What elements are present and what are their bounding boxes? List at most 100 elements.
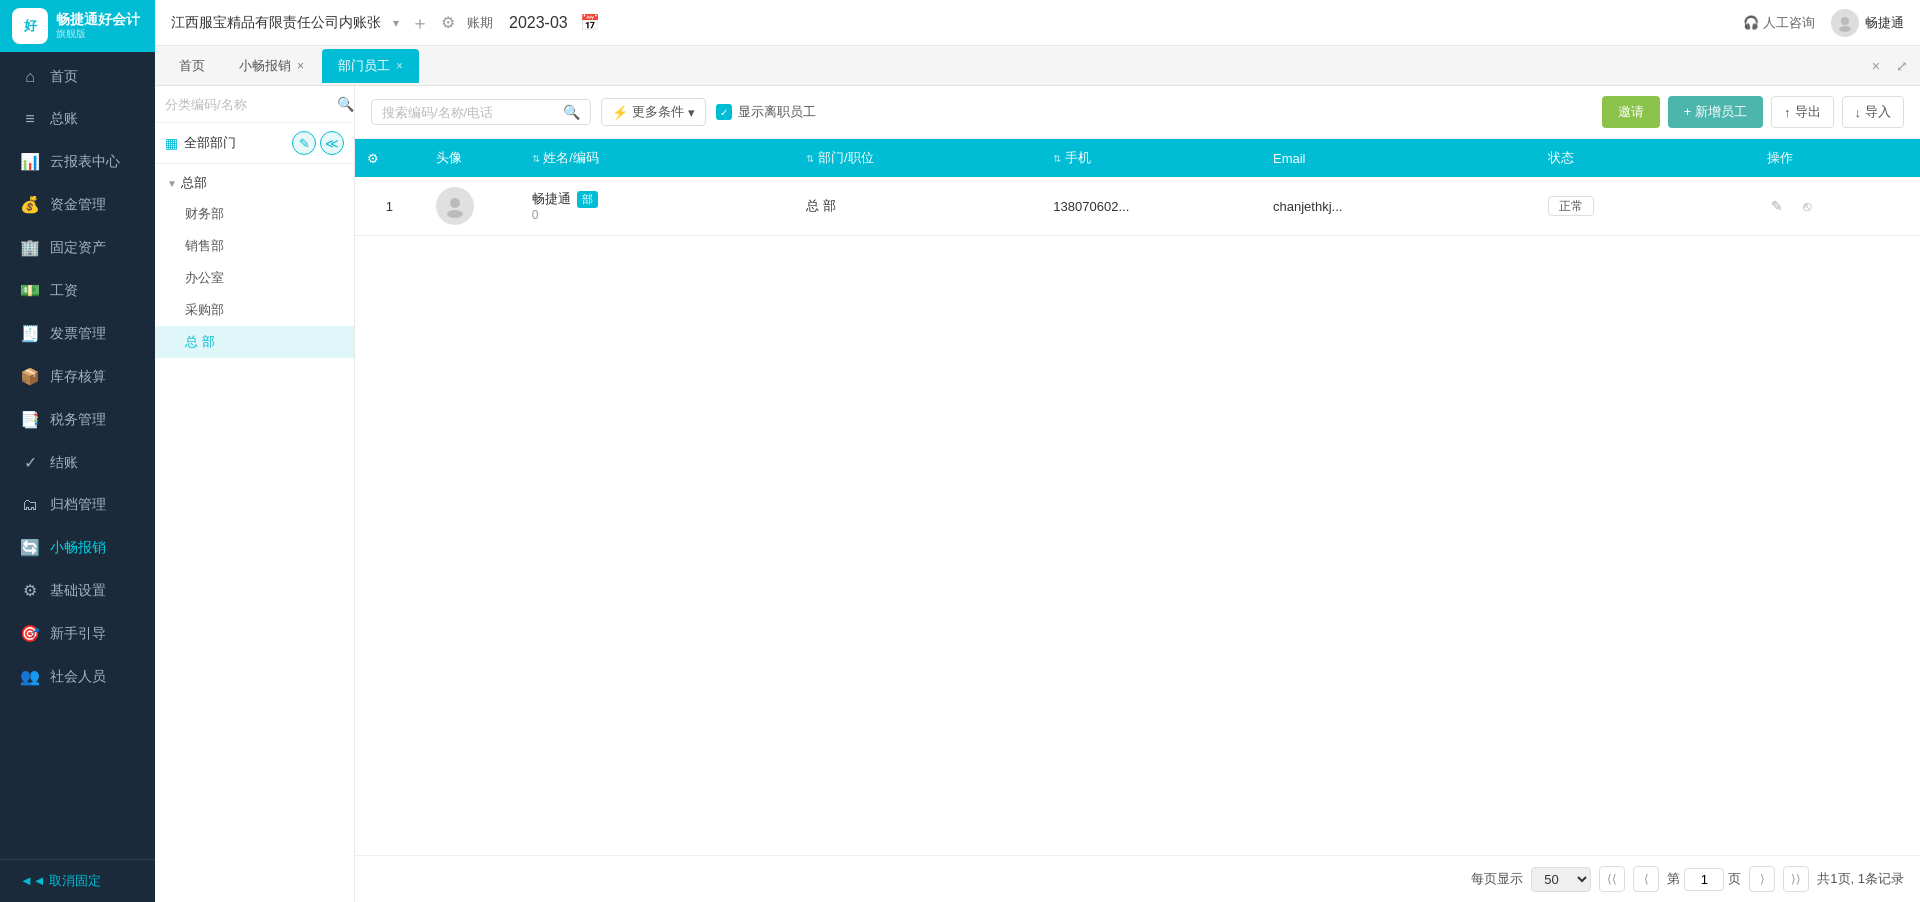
tree-search-input[interactable] xyxy=(165,97,333,112)
sidebar-unpin[interactable]: ◄◄ 取消固定 xyxy=(0,859,155,902)
employee-search-icon[interactable]: 🔍 xyxy=(563,104,580,120)
calendar-icon[interactable]: 📅 xyxy=(580,13,600,32)
topbar-add-icon[interactable]: ＋ xyxy=(411,11,429,35)
sidebar-item-tax[interactable]: 📑 税务管理 xyxy=(0,398,155,441)
sidebar-item-more[interactable]: 👥 社会人员 xyxy=(0,655,155,698)
sidebar-item-label: 首页 xyxy=(50,68,78,86)
tree-group-name: 总部 xyxy=(181,174,207,192)
company-name[interactable]: 江西服宝精品有限责任公司内账张 xyxy=(171,14,381,32)
tab-home[interactable]: 首页 xyxy=(163,49,221,83)
tree-collapse-btn[interactable]: ≪ xyxy=(320,131,344,155)
show-resigned-checkbox[interactable]: ✓ 显示离职员工 xyxy=(716,103,816,121)
sidebar-item-ledger[interactable]: ≡ 总账 xyxy=(0,98,155,140)
export-button[interactable]: ↑ 导出 xyxy=(1771,96,1834,128)
tab-expand-btn[interactable]: ⤢ xyxy=(1892,54,1912,78)
period-label: 账期 xyxy=(467,14,493,32)
sidebar-item-settle[interactable]: ✓ 结账 xyxy=(0,441,155,484)
logo-icon: 好 xyxy=(12,8,48,44)
tree-group-headquarters-label[interactable]: ▼ 总部 xyxy=(155,168,354,198)
tree-item-general[interactable]: 总 部 xyxy=(155,326,354,358)
col-name-label: 姓名/编码 xyxy=(543,150,599,165)
tree-edit-btn[interactable]: ✎ xyxy=(292,131,316,155)
consult-button[interactable]: 🎧 人工咨询 xyxy=(1743,14,1815,32)
table-header: ⚙ 头像 ⇅ 姓名/编码 ⇅ 部门/职位 xyxy=(355,139,1920,177)
tree-header-actions: ✎ ≪ xyxy=(292,131,344,155)
dept-badge: 部 xyxy=(577,191,598,208)
page-first-btn[interactable]: ⟨⟨ xyxy=(1599,866,1625,892)
employee-code: 0 xyxy=(532,208,783,222)
tree-item-sales[interactable]: 销售部 xyxy=(155,230,354,262)
sidebar-item-funds[interactable]: 💰 资金管理 xyxy=(0,183,155,226)
row-phone: 138070602... xyxy=(1041,177,1261,236)
expense-icon: 🔄 xyxy=(20,538,40,557)
add-employee-button[interactable]: + 新增员工 xyxy=(1668,96,1763,128)
svg-point-0 xyxy=(1841,17,1849,25)
tree-item-office[interactable]: 办公室 xyxy=(155,262,354,294)
employee-table: ⚙ 头像 ⇅ 姓名/编码 ⇅ 部门/职位 xyxy=(355,139,1920,236)
sidebar-item-home[interactable]: ⌂ 首页 xyxy=(0,56,155,98)
sidebar-item-label: 库存核算 xyxy=(50,368,106,386)
import-button[interactable]: ↓ 导入 xyxy=(1842,96,1905,128)
tab-close-btn[interactable]: × xyxy=(1868,54,1884,78)
tab-expense[interactable]: 小畅报销 × xyxy=(223,49,320,83)
page-input[interactable] xyxy=(1684,868,1724,891)
sidebar-item-label: 工资 xyxy=(50,282,78,300)
tree-search-icon[interactable]: 🔍 xyxy=(337,96,354,112)
sidebar-item-label: 资金管理 xyxy=(50,196,106,214)
tab-department-close-icon[interactable]: × xyxy=(396,59,403,73)
sidebar-item-expense[interactable]: 🔄 小畅报销 xyxy=(0,526,155,569)
filter-chevron-icon: ▾ xyxy=(688,105,695,120)
row-email: chanjethkj... xyxy=(1261,177,1536,236)
tree-item-finance[interactable]: 财务部 xyxy=(155,198,354,230)
col-name[interactable]: ⇅ 姓名/编码 xyxy=(520,139,795,177)
logo-text-block: 畅捷通好会计 旗舰版 xyxy=(56,11,140,42)
col-settings[interactable]: ⚙ xyxy=(355,139,424,177)
reports-icon: 📊 xyxy=(20,152,40,171)
company-dropdown-icon[interactable]: ▾ xyxy=(393,16,399,30)
settings-icon: ⚙ xyxy=(20,581,40,600)
sidebar-item-salary[interactable]: 💵 工资 xyxy=(0,269,155,312)
tab-department[interactable]: 部门员工 × xyxy=(322,49,419,83)
page-prev-btn[interactable]: ⟨ xyxy=(1633,866,1659,892)
col-phone[interactable]: ⇅ 手机 xyxy=(1041,139,1261,177)
import-label: 导入 xyxy=(1865,103,1891,121)
filter-button[interactable]: ⚡ 更多条件 ▾ xyxy=(601,98,706,126)
home-icon: ⌂ xyxy=(20,68,40,86)
per-page-label: 每页显示 xyxy=(1471,870,1523,888)
tree-panel: 🔍 ▦ 全部部门 ✎ ≪ ▼ 总部 财务部 xyxy=(155,86,355,902)
sidebar-item-reports[interactable]: 📊 云报表中心 xyxy=(0,140,155,183)
sidebar-item-label: 税务管理 xyxy=(50,411,106,429)
page-last-btn[interactable]: ⟩⟩ xyxy=(1783,866,1809,892)
delete-action-icon[interactable]: ⎋ xyxy=(1799,196,1815,216)
tree-item-purchase[interactable]: 采购部 xyxy=(155,294,354,326)
page-next-btn[interactable]: ⟩ xyxy=(1749,866,1775,892)
page-unit: 页 xyxy=(1728,870,1741,888)
sidebar-item-assets[interactable]: 🏢 固定资产 xyxy=(0,226,155,269)
sidebar-item-archive[interactable]: 🗂 归档管理 xyxy=(0,484,155,526)
svg-point-2 xyxy=(450,198,460,208)
tab-department-label: 部门员工 xyxy=(338,57,390,75)
guide-icon: 🎯 xyxy=(20,624,40,643)
col-email: Email xyxy=(1261,139,1536,177)
user-button[interactable]: 畅捷通 xyxy=(1831,9,1904,37)
employee-search-input[interactable] xyxy=(382,105,557,120)
archive-icon: 🗂 xyxy=(20,496,40,514)
sidebar-item-invoice[interactable]: 🧾 发票管理 xyxy=(0,312,155,355)
per-page-select[interactable]: 50 100 200 xyxy=(1531,867,1591,892)
table-body: 1 畅捷通 部 0 xyxy=(355,177,1920,236)
page-input-wrap: 第 页 xyxy=(1667,868,1741,891)
sidebar-item-guide[interactable]: 🎯 新手引导 xyxy=(0,612,155,655)
funds-icon: 💰 xyxy=(20,195,40,214)
invite-button[interactable]: 邀请 xyxy=(1602,96,1660,128)
col-dept[interactable]: ⇅ 部门/职位 xyxy=(794,139,1041,177)
sidebar-item-settings[interactable]: ⚙ 基础设置 xyxy=(0,569,155,612)
tab-expense-close-icon[interactable]: × xyxy=(297,59,304,73)
col-status: 状态 xyxy=(1536,139,1756,177)
col-actions: 操作 xyxy=(1755,139,1920,177)
sidebar-item-inventory[interactable]: 📦 库存核算 xyxy=(0,355,155,398)
filter-label: 更多条件 xyxy=(632,103,684,121)
sidebar-logo[interactable]: 好 畅捷通好会计 旗舰版 xyxy=(0,0,155,52)
edit-action-icon[interactable]: ✎ xyxy=(1767,196,1787,216)
topbar-settings-icon[interactable]: ⚙ xyxy=(441,13,455,32)
row-actions: ✎ ⎋ xyxy=(1755,177,1920,236)
